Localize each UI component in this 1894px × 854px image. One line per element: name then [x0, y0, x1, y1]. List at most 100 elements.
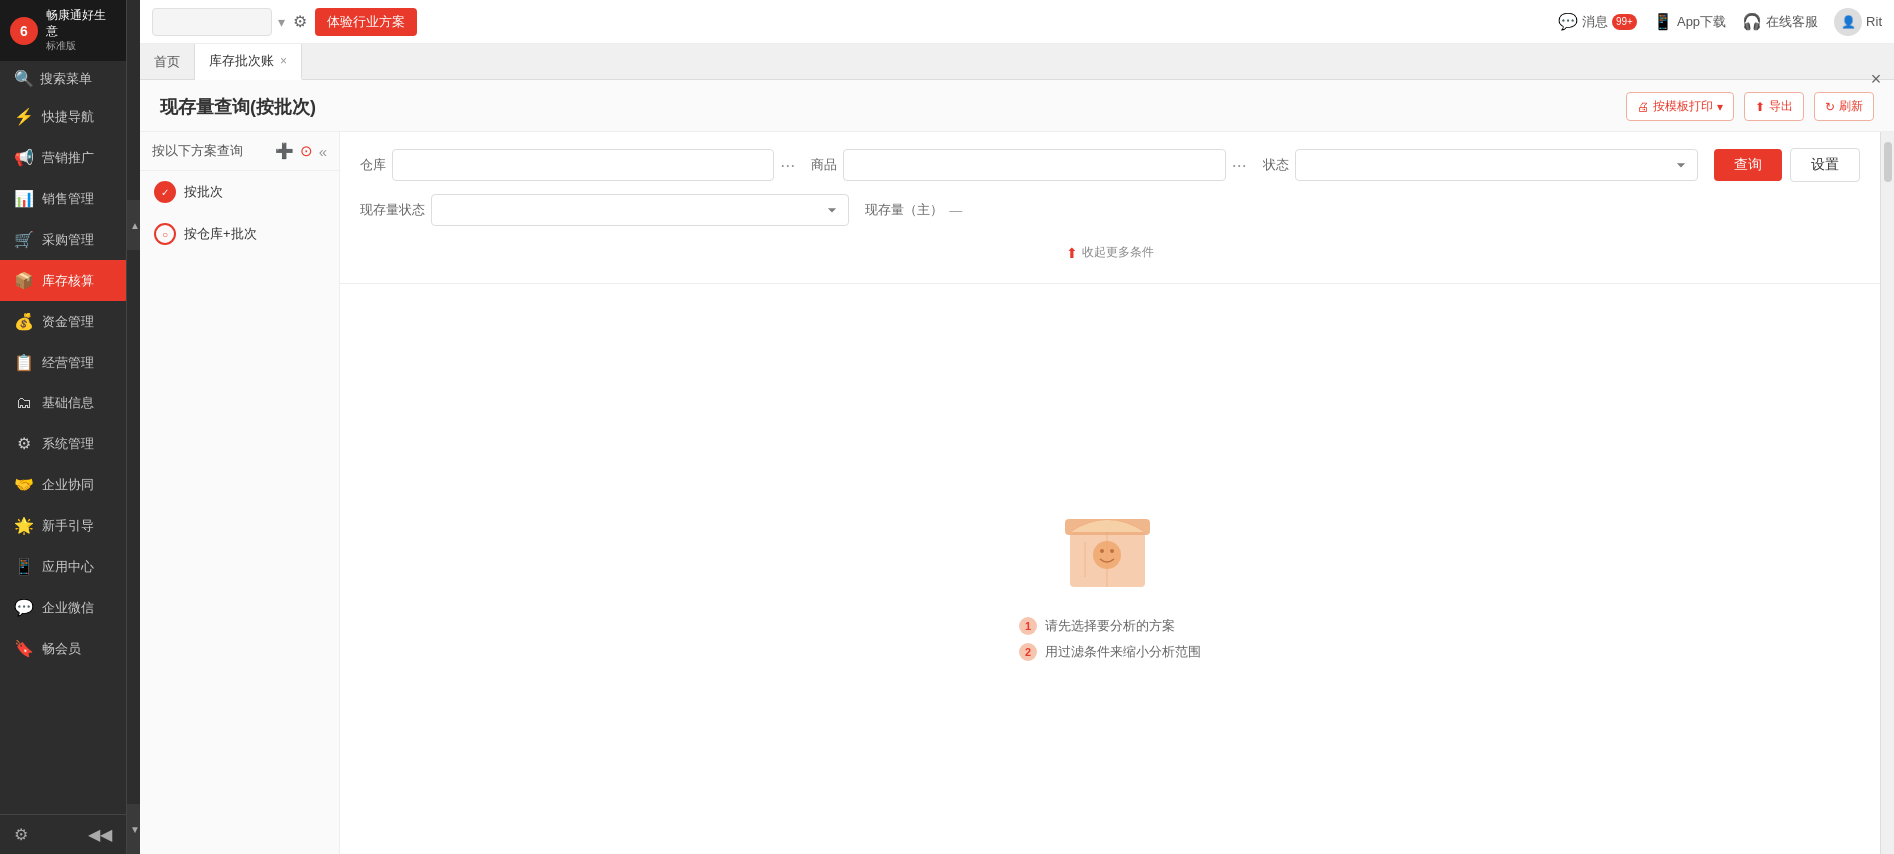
collapse-sidebar-icon[interactable]: ◀◀	[88, 825, 112, 844]
warehouse-more-icon[interactable]: ···	[780, 155, 795, 176]
online-service-action[interactable]: 🎧 在线客服	[1742, 12, 1818, 31]
page-content: 现存量查询(按批次) 🖨 按模板打印 ▾ ⬆ 导出 ↻ 刷新	[140, 80, 1894, 854]
member-label: 畅会员	[42, 640, 81, 658]
sidebar-item-sales[interactable]: 📊 销售管理	[0, 178, 126, 219]
page-title: 现存量查询(按批次)	[160, 95, 316, 119]
page-header-actions: 🖨 按模板打印 ▾ ⬆ 导出 ↻ 刷新	[1626, 92, 1874, 121]
right-scrollbar[interactable]	[1880, 132, 1894, 854]
online-service-label: 在线客服	[1766, 13, 1818, 31]
topbar-search-area: ▾	[152, 8, 285, 36]
inventory-status-label: 现存量状态	[360, 201, 425, 219]
plan-item-warehouse-batch[interactable]: ○ 按仓库+批次	[140, 213, 339, 255]
plan-warehouse-batch-icon: ○	[154, 223, 176, 245]
headset-icon: 🎧	[1742, 12, 1762, 31]
tab-panel-close-icon[interactable]: ×	[1858, 62, 1894, 98]
enterprise-icon: 🤝	[14, 475, 34, 494]
tab-close-icon[interactable]: ×	[280, 55, 287, 67]
print-template-button[interactable]: 🖨 按模板打印 ▾	[1626, 92, 1734, 121]
username-label: Rit	[1866, 14, 1882, 29]
step-2-num: 2	[1019, 643, 1037, 661]
empty-steps: 1 请先选择要分析的方案 2 用过滤条件来缩小分析范围	[1019, 617, 1201, 661]
member-icon: 🔖	[14, 639, 34, 658]
export-button[interactable]: ⬆ 导出	[1744, 92, 1804, 121]
main-area: ▾ ⚙ 体验行业方案 💬 消息 99+ 📱 App下载 🎧 在线客服 👤 Rit	[140, 0, 1894, 854]
inventory-status-select[interactable]	[431, 194, 849, 226]
sidebar-item-business[interactable]: 📋 经营管理	[0, 342, 126, 383]
business-icon: 📋	[14, 353, 34, 372]
product-more-icon[interactable]: ···	[1232, 155, 1247, 176]
sidebar-item-marketing[interactable]: 📢 营销推广	[0, 137, 126, 178]
collapse-more-label: 收起更多条件	[1082, 244, 1154, 261]
purchase-icon: 🛒	[14, 230, 34, 249]
plan-item-batch[interactable]: ✓ 按批次	[140, 171, 339, 213]
search-icon: 🔍	[14, 69, 34, 88]
product-filter-input[interactable]	[843, 149, 1225, 181]
status-filter-select[interactable]	[1295, 149, 1698, 181]
enterprise-label: 企业协同	[42, 476, 94, 494]
plan-query-label: 按以下方案查询	[152, 142, 243, 160]
tab-inventory-batch[interactable]: 库存批次账 ×	[195, 44, 302, 80]
warehouse-filter-label: 仓库	[360, 156, 386, 174]
collapse-panel-button[interactable]: «	[319, 142, 327, 160]
app-download-action[interactable]: 📱 App下载	[1653, 12, 1726, 31]
sidebar-item-enterprise[interactable]: 🤝 企业协同	[0, 464, 126, 505]
filter-area: 仓库 ··· 商品 ··· 状态	[340, 132, 1880, 284]
sidebar-item-finance[interactable]: 💰 资金管理	[0, 301, 126, 342]
sidebar-footer: ⚙ ◀◀	[0, 814, 126, 854]
sidebar-item-wechat[interactable]: 💬 企业微信	[0, 587, 126, 628]
sidebar-item-quick-nav[interactable]: ⚡ 快捷导航	[0, 96, 126, 137]
empty-step-2: 2 用过滤条件来缩小分析范围	[1019, 643, 1201, 661]
finance-label: 资金管理	[42, 313, 94, 331]
settings-button[interactable]: 设置	[1790, 148, 1860, 182]
sidebar-header-text: 畅康通好生意 标准版	[46, 8, 116, 53]
scrollbar-thumb	[1884, 142, 1892, 182]
sidebar-item-member[interactable]: 🔖 畅会员	[0, 628, 126, 669]
settings-footer-icon[interactable]: ⚙	[14, 825, 28, 844]
topbar-search-input[interactable]	[152, 8, 272, 36]
newbie-label: 新手引导	[42, 517, 94, 535]
topbar: ▾ ⚙ 体验行业方案 💬 消息 99+ 📱 App下载 🎧 在线客服 👤 Rit	[140, 0, 1894, 44]
system-icon: ⚙	[14, 434, 34, 453]
tab-home[interactable]: 首页	[140, 44, 195, 80]
messages-action[interactable]: 💬 消息 99+	[1558, 12, 1637, 31]
step-1-num: 1	[1019, 617, 1037, 635]
add-plan-button[interactable]: ➕	[275, 142, 294, 160]
topbar-gear-button[interactable]: ⚙	[293, 12, 307, 31]
business-label: 经营管理	[42, 354, 94, 372]
step-2-text: 用过滤条件来缩小分析范围	[1045, 643, 1201, 661]
left-panel-header: 按以下方案查询 ➕ ⊙ «	[140, 132, 339, 171]
app-download-label: App下载	[1677, 13, 1726, 31]
quick-nav-icon: ⚡	[14, 107, 34, 126]
status-filter-field: 状态	[1263, 149, 1698, 181]
sidebar-item-app-center[interactable]: 📱 应用中心	[0, 546, 126, 587]
sales-label: 销售管理	[42, 190, 94, 208]
user-area[interactable]: 👤 Rit	[1834, 8, 1882, 36]
tabbar: 首页 库存批次账 × ×	[140, 44, 1894, 80]
sidebar-item-inventory[interactable]: 📦 库存核算	[0, 260, 126, 301]
export-icon: ⬆	[1755, 100, 1765, 114]
collapse-more-button[interactable]: ⬆ 收起更多条件	[1060, 238, 1160, 267]
export-btn-label: 导出	[1769, 98, 1793, 115]
inventory-qty-filter-field: 现存量（主） —	[865, 201, 1354, 219]
topbar-dropdown-button[interactable]: ▾	[278, 14, 285, 30]
inventory-qty-label: 现存量（主）	[865, 201, 943, 219]
inventory-label: 库存核算	[42, 272, 94, 290]
finance-icon: 💰	[14, 312, 34, 331]
messages-label: 消息	[1582, 13, 1608, 31]
content-split: 按以下方案查询 ➕ ⊙ « ✓ 按批次 ○ 按仓库+批次	[140, 132, 1894, 854]
left-panel-header-actions: ➕ ⊙ «	[275, 142, 327, 160]
quick-nav-label: 快捷导航	[42, 108, 94, 126]
sidebar-search[interactable]: 🔍 搜索菜单	[0, 61, 126, 96]
trial-button[interactable]: 体验行业方案	[315, 8, 417, 36]
purchase-label: 采购管理	[42, 231, 94, 249]
sidebar-item-newbie[interactable]: 🌟 新手引导	[0, 505, 126, 546]
sidebar-item-system[interactable]: ⚙ 系统管理	[0, 423, 126, 464]
query-button[interactable]: 查询	[1714, 149, 1782, 181]
wechat-label: 企业微信	[42, 599, 94, 617]
sidebar-item-basic-info[interactable]: 🗂 基础信息	[0, 383, 126, 423]
plan-settings-button[interactable]: ⊙	[300, 142, 313, 160]
sidebar-item-purchase[interactable]: 🛒 采购管理	[0, 219, 126, 260]
sales-icon: 📊	[14, 189, 34, 208]
app-center-icon: 📱	[14, 557, 34, 576]
warehouse-filter-input[interactable]	[392, 149, 774, 181]
